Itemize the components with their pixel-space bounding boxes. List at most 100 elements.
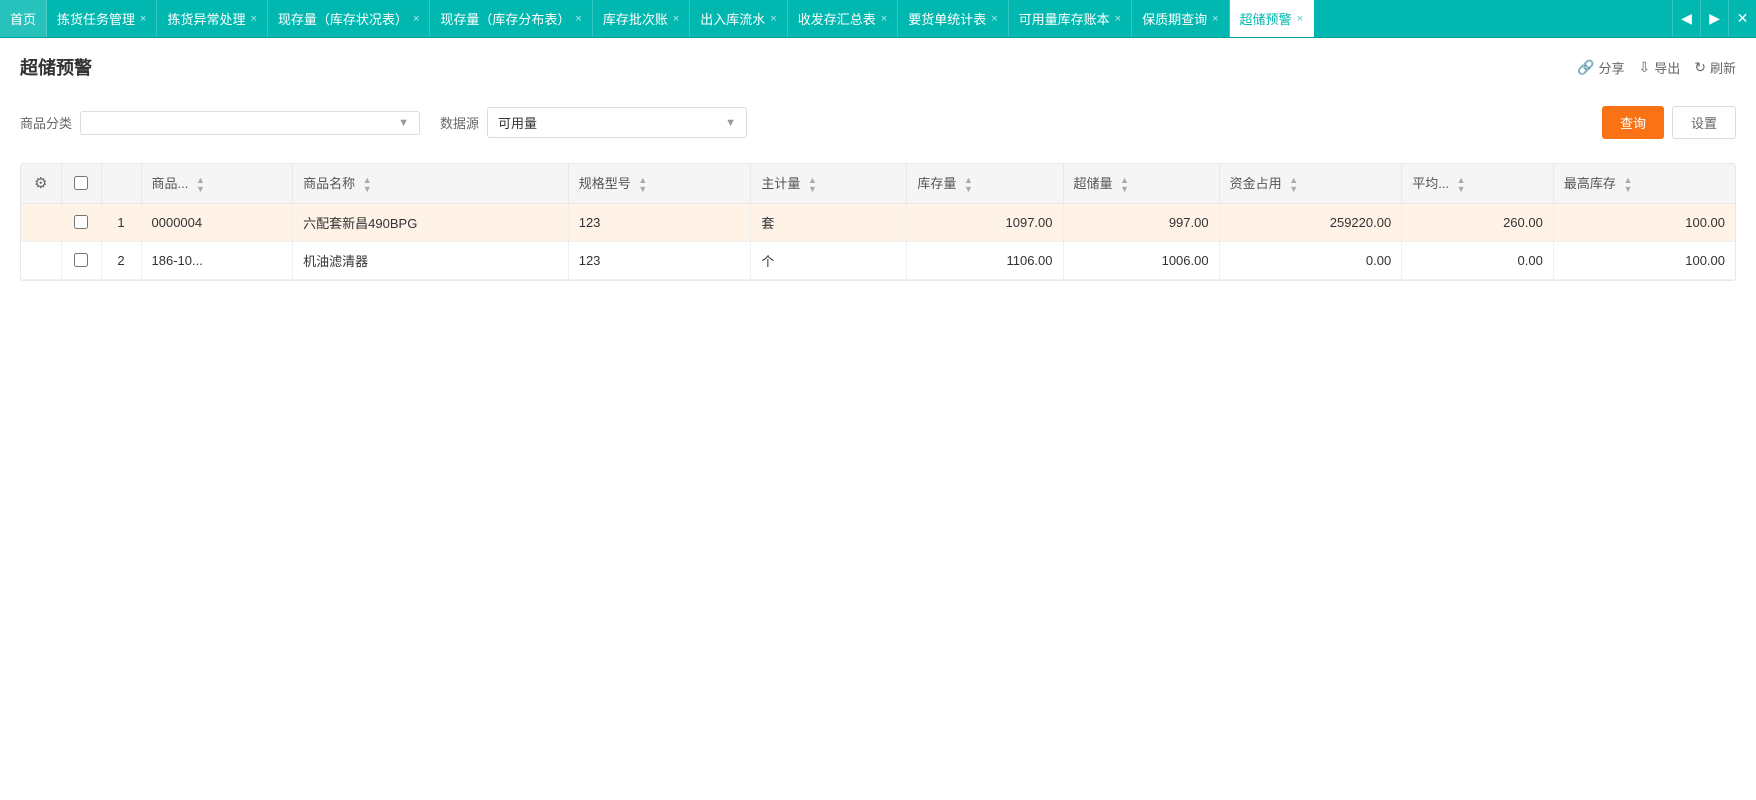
table-body: 10000004六配套新昌490BPG123套1097.00997.002592… [21,203,1735,279]
nav-item-batch-account[interactable]: 库存批次账 × [593,0,690,37]
nav-item-label: 出入库流水 [700,9,765,28]
nav-close-icon[interactable]: × [413,13,419,25]
filter-actions: 查询 设置 [1602,106,1736,139]
export-btn[interactable]: ⇩ 导出 [1639,58,1681,77]
th-avg: 平均... ▲▼ [1402,164,1554,203]
sort-spec-icon[interactable]: ▲▼ [638,176,647,194]
th-gear: ⚙ [21,164,61,203]
nav-close-icon[interactable]: × [1212,13,1218,25]
sort-product-name-icon[interactable]: ▲▼ [363,176,372,194]
th-num [101,164,141,203]
nav-item-label: 现存量（库存状况表） [278,9,408,28]
nav-item-label: 拣货异常处理 [167,9,245,28]
td-capital: 259220.00 [1219,203,1402,241]
sort-product-code-icon[interactable]: ▲▼ [196,176,205,194]
nav-item-inventory-dist[interactable]: 现存量（库存分布表） × [430,0,592,37]
th-product-name: 商品名称 ▲▼ [293,164,569,203]
nav-item-order-stats[interactable]: 要货单统计表 × [898,0,1008,37]
export-label: 导出 [1654,58,1680,77]
nav-item-shelf-life[interactable]: 保质期查询 × [1132,0,1229,37]
td-avg: 0.00 [1402,241,1554,279]
td-max-stock: 100.00 [1553,241,1735,279]
refresh-btn[interactable]: ↻ 刷新 [1694,58,1736,77]
share-label: 分享 [1598,58,1624,77]
category-chevron-icon: ▼ [398,117,409,129]
nav-home[interactable]: 首页 [0,0,47,37]
th-capital: 资金占用 ▲▼ [1219,164,1402,203]
th-product-code-label: 商品... [152,176,189,191]
datasource-filter: 数据源 可用量 ▼ [440,107,747,138]
datasource-label: 数据源 [440,113,479,132]
table-container: ⚙ 商品... ▲▼ 商品名称 ▲▼ [20,163,1736,281]
nav-close-icon[interactable]: × [575,13,581,25]
th-spec: 规格型号 ▲▼ [568,164,751,203]
td-avg: 260.00 [1402,203,1554,241]
filter-bar: 商品分类 ▼ 数据源 可用量 ▼ 查询 设置 [20,96,1736,149]
nav-close-icon[interactable]: × [673,13,679,25]
nav-close-icon[interactable]: × [881,13,887,25]
nav-close-all-btn[interactable]: ✕ [1728,0,1756,38]
nav-item-label: 保质期查询 [1142,9,1207,28]
th-unit: 主计量 ▲▼ [751,164,907,203]
nav-item-collect-summary[interactable]: 收发存汇总表 × [788,0,898,37]
nav-item-inout-flow[interactable]: 出入库流水 × [690,0,787,37]
row-checkbox[interactable] [74,253,88,267]
nav-close-icon[interactable]: × [1297,13,1303,25]
td-unit: 套 [751,203,907,241]
datasource-chevron-icon: ▼ [725,117,736,129]
nav-close-icon[interactable]: × [1115,13,1121,25]
td-product-code: 0000004 [141,203,293,241]
share-icon: 🔗 [1577,59,1594,76]
share-btn[interactable]: 🔗 分享 [1577,58,1624,77]
td-checkbox [61,241,101,279]
select-all-checkbox[interactable] [74,176,88,190]
nav-item-overstock[interactable]: 超储预警 × [1230,0,1314,37]
nav-close-icon[interactable]: × [250,13,256,25]
td-stock: 1097.00 [907,203,1063,241]
category-label: 商品分类 [20,113,72,132]
td-row-num: 1 [101,203,141,241]
row-checkbox[interactable] [74,215,88,229]
nav-close-icon[interactable]: × [991,13,997,25]
nav-item-task-mgmt[interactable]: 拣货任务管理 × [47,0,157,37]
nav-item-abnormal[interactable]: 拣货异常处理 × [157,0,267,37]
th-avg-label: 平均... [1412,176,1449,191]
th-overstock: 超储量 ▲▼ [1063,164,1219,203]
td-stock: 1106.00 [907,241,1063,279]
sort-avg-icon[interactable]: ▲▼ [1457,176,1466,194]
refresh-icon: ↻ [1694,59,1706,76]
nav-item-label: 现存量（库存分布表） [440,9,570,28]
sort-stock-icon[interactable]: ▲▼ [964,176,973,194]
nav-item-available-account[interactable]: 可用量库存账本 × [1009,0,1132,37]
sort-capital-icon[interactable]: ▲▼ [1289,176,1298,194]
td-overstock: 1006.00 [1063,241,1219,279]
data-table: ⚙ 商品... ▲▼ 商品名称 ▲▼ [21,164,1735,280]
nav-close-icon[interactable]: × [770,13,776,25]
td-row-num: 2 [101,241,141,279]
th-max-stock-label: 最高库存 [1564,176,1616,191]
header-actions: 🔗 分享 ⇩ 导出 ↻ 刷新 [1577,58,1736,77]
home-label: 首页 [10,9,36,28]
nav-close-icon[interactable]: × [140,13,146,25]
th-overstock-label: 超储量 [1074,176,1113,191]
th-stock-label: 库存量 [917,176,956,191]
datasource-select[interactable]: 可用量 ▼ [487,107,747,138]
column-settings-icon[interactable]: ⚙ [34,175,47,192]
settings-btn[interactable]: 设置 [1672,106,1736,139]
nav-arrows: ◀ ▶ ✕ [1672,0,1756,38]
nav-item-inventory-status[interactable]: 现存量（库存状况表） × [268,0,430,37]
sort-unit-icon[interactable]: ▲▼ [808,176,817,194]
nav-item-label: 库存批次账 [603,9,668,28]
export-icon: ⇩ [1639,59,1651,76]
th-spec-label: 规格型号 [579,176,631,191]
th-capital-label: 资金占用 [1230,176,1282,191]
sort-max-stock-icon[interactable]: ▲▼ [1623,176,1632,194]
nav-next-btn[interactable]: ▶ [1700,0,1728,38]
nav-prev-btn[interactable]: ◀ [1672,0,1700,38]
query-btn[interactable]: 查询 [1602,106,1664,139]
nav-item-label: 拣货任务管理 [57,9,135,28]
category-select[interactable]: ▼ [80,111,420,135]
td-overstock: 997.00 [1063,203,1219,241]
sort-overstock-icon[interactable]: ▲▼ [1120,176,1129,194]
category-filter: 商品分类 ▼ [20,111,420,135]
